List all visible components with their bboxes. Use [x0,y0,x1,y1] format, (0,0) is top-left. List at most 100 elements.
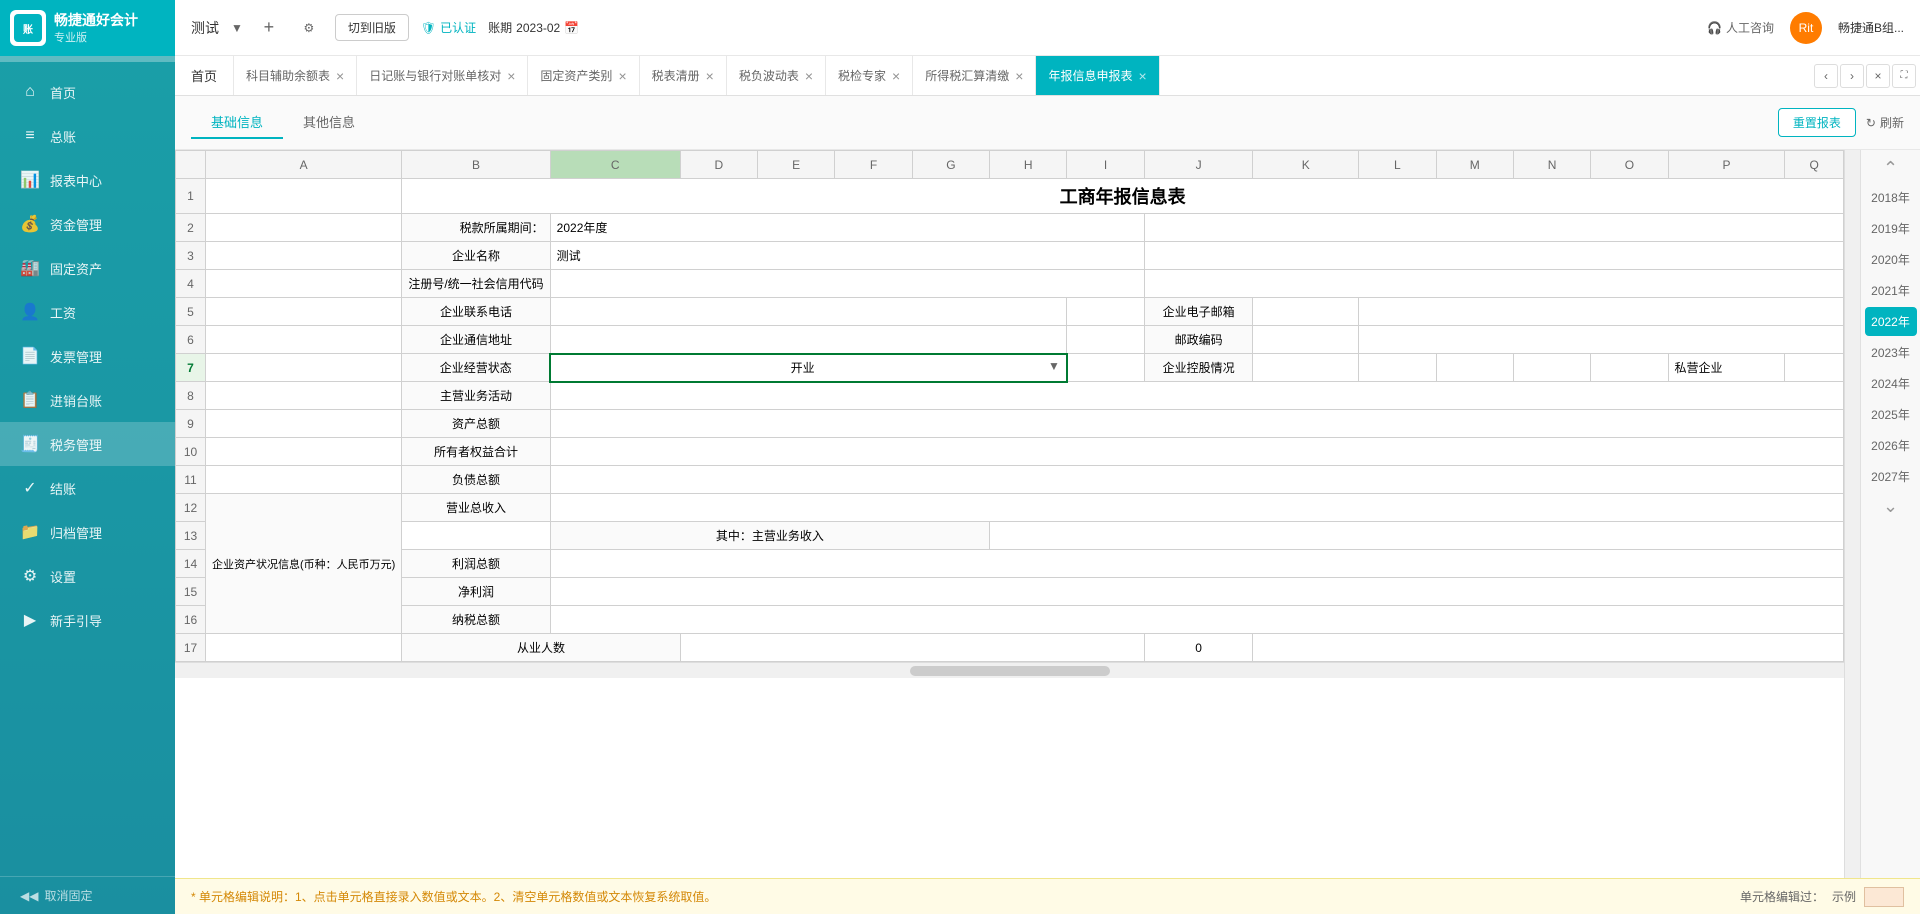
year-item-2018[interactable]: 2018年 [1865,183,1917,212]
col-header-I[interactable]: I [1067,151,1144,179]
sidebar-item-funds[interactable]: 💰 资金管理 [0,202,175,246]
consult-btn[interactable]: 🎧 人工咨询 [1707,19,1774,36]
cell-1-A[interactable] [206,179,402,214]
cell-7-O[interactable] [1591,354,1668,382]
tab-close-btn[interactable]: × [805,68,813,84]
cell-7-I[interactable] [1067,354,1144,382]
unpin-sidebar-btn[interactable]: ◀◀ 取消固定 [0,876,175,914]
company-dropdown-btn[interactable]: ▼ [231,21,243,35]
cell-7-A[interactable] [206,354,402,382]
tab-close-btn[interactable]: × [892,68,900,84]
col-header-B[interactable]: B [402,151,550,179]
cell-3-A[interactable] [206,242,402,270]
cell-7-Q[interactable] [1785,354,1844,382]
vertical-scrollbar[interactable] [1844,150,1860,878]
sidebar-item-close[interactable]: ✓ 结账 [0,466,175,510]
col-header-N[interactable]: N [1513,151,1590,179]
add-tab-btn[interactable]: + [255,14,283,42]
sheet-tab-basic[interactable]: 基础信息 [191,106,283,139]
switch-old-version-btn[interactable]: 切到旧版 [335,14,409,41]
cell-2-J[interactable] [1144,214,1843,242]
tab-tax-check[interactable]: 税检专家 × [826,56,913,95]
cell-5-A[interactable] [206,298,402,326]
cell-13-B[interactable] [402,522,550,550]
cell-14-C[interactable] [550,550,1843,578]
cell-17-A[interactable] [206,634,402,662]
tab-close-btn[interactable]: × [336,68,344,84]
cell-2-A[interactable] [206,214,402,242]
settings-btn[interactable]: ⚙ [295,14,323,42]
year-scroll-up-btn[interactable]: ⌃ [1875,154,1907,182]
cell-10-C[interactable] [550,438,1843,466]
cell-6-A[interactable] [206,326,402,354]
year-item-2023[interactable]: 2023年 [1865,338,1917,367]
col-header-H[interactable]: H [990,151,1067,179]
sidebar-item-payroll[interactable]: 👤 工资 [0,290,175,334]
tab-close-btn[interactable]: × [1015,68,1023,84]
tab-close-active-btn[interactable]: × [1138,68,1146,84]
year-item-2027[interactable]: 2027年 [1865,462,1917,491]
cell-4-C[interactable] [550,270,1144,298]
cell-3-J[interactable] [1144,242,1843,270]
sidebar-item-assets[interactable]: 🏭 固定资产 [0,246,175,290]
cell-6-L[interactable] [1359,326,1844,354]
tab-aux-balance[interactable]: 科目辅助余额表 × [234,56,357,95]
cell-3-C[interactable]: 测试 [550,242,1144,270]
sidebar-item-reports[interactable]: 📊 报表中心 [0,158,175,202]
calendar-icon[interactable]: 📅 [564,21,579,35]
cell-9-C[interactable] [550,410,1843,438]
sidebar-item-guide[interactable]: ▶ 新手引导 [0,598,175,642]
tab-close-all-btn[interactable]: × [1866,64,1890,88]
cell-5-C[interactable] [550,298,1067,326]
sidebar-item-inventory[interactable]: 📋 进销台账 [0,378,175,422]
sheet-main[interactable]: A B C D E F G H I J [175,150,1844,878]
cell-15-C[interactable] [550,578,1843,606]
col-header-C[interactable]: C [550,151,680,179]
sidebar-item-ledger[interactable]: ≡ 总账 [0,114,175,158]
cell-7-N[interactable] [1513,354,1590,382]
tab-close-btn[interactable]: × [706,68,714,84]
sidebar-item-tax[interactable]: 🧾 税务管理 [0,422,175,466]
refresh-btn[interactable]: ↻ 刷新 [1866,114,1904,131]
col-header-D[interactable]: D [680,151,757,179]
sheet-tab-other[interactable]: 其他信息 [283,106,375,139]
cell-8-A[interactable] [206,382,402,410]
tab-tax-forms[interactable]: 税表清册 × [640,56,727,95]
col-header-J[interactable]: J [1144,151,1253,179]
cell-13-H[interactable] [990,522,1844,550]
tab-annual-report[interactable]: 年报信息申报表 × [1036,56,1159,95]
cell-9-A[interactable] [206,410,402,438]
col-header-G[interactable]: G [912,151,989,179]
year-item-2021[interactable]: 2021年 [1865,276,1917,305]
tab-fullscreen-btn[interactable]: ⛶ [1892,64,1916,88]
tab-income-tax[interactable]: 所得税汇算清缴 × [913,56,1036,95]
col-header-M[interactable]: M [1436,151,1513,179]
col-header-K[interactable]: K [1253,151,1359,179]
tab-fixed-assets-cat[interactable]: 固定资产类别 × [528,56,639,95]
tab-scroll-left-btn[interactable]: ‹ [1814,64,1838,88]
cell-7-P[interactable]: 私营企业 [1668,354,1785,382]
cell-4-J[interactable] [1144,270,1843,298]
col-header-L[interactable]: L [1359,151,1436,179]
cell-12-C[interactable] [550,494,1843,522]
scroll-thumb[interactable] [910,666,1110,676]
col-header-F[interactable]: F [835,151,912,179]
cell-4-A[interactable] [206,270,402,298]
tab-close-btn[interactable]: × [507,68,515,84]
reset-report-btn[interactable]: 重置报表 [1778,108,1856,137]
cell-17-K[interactable] [1253,634,1844,662]
col-header-Q[interactable]: Q [1785,151,1844,179]
tab-home[interactable]: 首页 [175,56,234,95]
tab-tax-fluctuation[interactable]: 税负波动表 × [727,56,826,95]
col-header-P[interactable]: P [1668,151,1785,179]
col-header-E[interactable]: E [758,151,835,179]
cell-6-K[interactable] [1253,326,1359,354]
cell-7-M[interactable] [1436,354,1513,382]
cell-7-L[interactable] [1359,354,1436,382]
sidebar-item-home[interactable]: ⌂ 首页 [0,70,175,114]
cell-11-A[interactable] [206,466,402,494]
cell-11-C[interactable] [550,466,1843,494]
year-item-2026[interactable]: 2026年 [1865,431,1917,460]
year-item-2024[interactable]: 2024年 [1865,369,1917,398]
cell-8-C[interactable] [550,382,1843,410]
